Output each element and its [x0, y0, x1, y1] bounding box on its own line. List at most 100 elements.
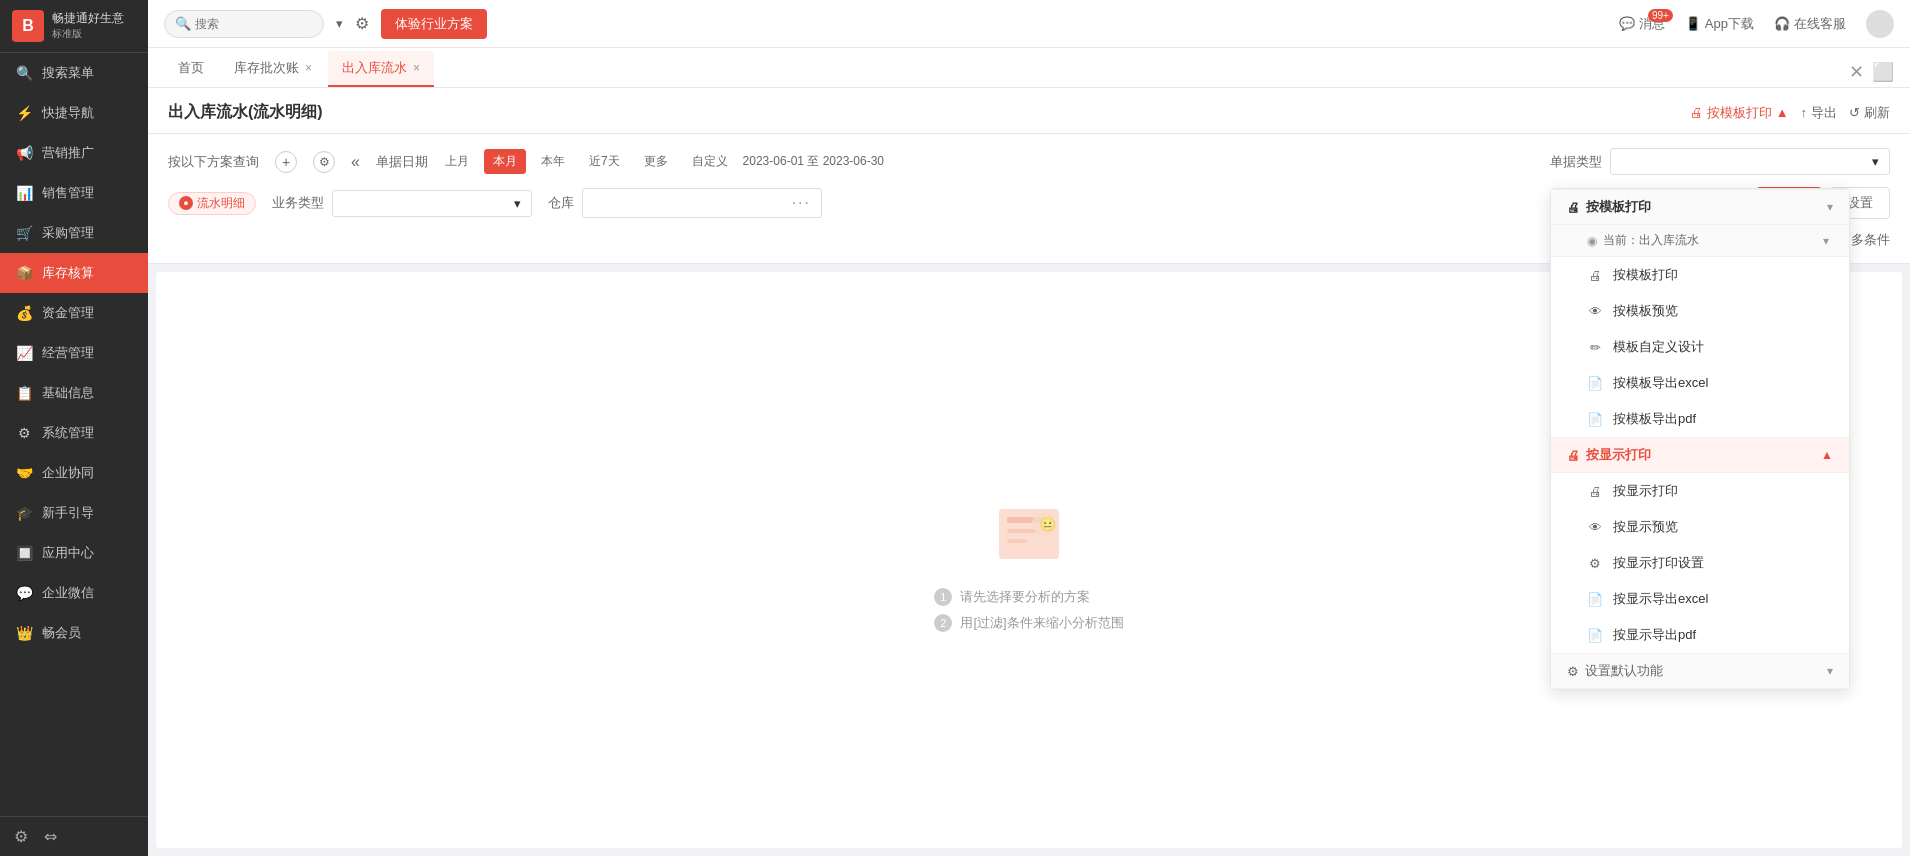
- refresh-icon: ↺: [1849, 105, 1860, 120]
- footer-chevron-icon[interactable]: ▾: [1827, 664, 1833, 678]
- app-center-icon: 🔲: [14, 543, 34, 563]
- operations-icon: 📈: [14, 343, 34, 363]
- tab-batch[interactable]: 库存批次账 ×: [220, 51, 326, 87]
- tag-label: 流水明细: [197, 195, 245, 212]
- display-preview-item[interactable]: 👁 按显示预览: [1551, 509, 1849, 545]
- search-input[interactable]: [195, 17, 313, 31]
- template-title-label: 按模板打印: [1586, 198, 1651, 216]
- template-pdf-label: 按模板导出pdf: [1613, 410, 1696, 428]
- sidebar-item-purchase[interactable]: 🛒 采购管理: [0, 213, 148, 253]
- warehouse-field: 仓库 ···: [548, 188, 822, 218]
- template-preview-item[interactable]: 👁 按模板预览: [1551, 293, 1849, 329]
- step-2-text: 用[过滤]条件来缩小分析范围: [960, 614, 1123, 632]
- date-field-label: 单据日期: [376, 153, 428, 171]
- type-field-label: 单据类型: [1550, 153, 1602, 171]
- printer-icon-display: 🖨: [1567, 448, 1580, 463]
- display-print-item[interactable]: 🖨 按显示打印: [1551, 473, 1849, 509]
- biz-type-arrow: ▾: [514, 196, 521, 211]
- avatar[interactable]: [1866, 10, 1894, 38]
- sidebar-item-marketing[interactable]: 📢 营销推广: [0, 133, 148, 173]
- gear-icon-footer: ⚙: [1567, 664, 1579, 679]
- filter-setting-button[interactable]: ⚙: [313, 151, 335, 173]
- app-download-item[interactable]: 📱 App下载: [1685, 15, 1754, 33]
- date-btn-this-month[interactable]: 本月: [484, 149, 526, 174]
- svg-rect-3: [1007, 539, 1027, 543]
- date-range-display: 2023-06-01 至 2023-06-30: [743, 153, 884, 170]
- display-chevron-icon[interactable]: ▲: [1821, 448, 1833, 462]
- sidebar-item-search[interactable]: 🔍 搜索菜单: [0, 53, 148, 93]
- eye-icon-d: 👁: [1587, 519, 1603, 535]
- sidebar-item-cooperation[interactable]: 🤝 企业协同: [0, 453, 148, 493]
- excel-icon-d: 📄: [1587, 591, 1603, 607]
- warehouse-label: 仓库: [548, 194, 574, 212]
- date-btn-7days[interactable]: 近7天: [580, 149, 629, 174]
- warehouse-select[interactable]: ···: [582, 188, 822, 218]
- tabbar-actions: ✕ ⬜: [1849, 61, 1894, 87]
- type-select[interactable]: ▾: [1610, 148, 1890, 175]
- purchase-icon: 🛒: [14, 223, 34, 243]
- template-print-label: 按模板打印: [1613, 266, 1678, 284]
- date-btn-more[interactable]: 更多: [635, 149, 677, 174]
- printer-icon-d: 🖨: [1587, 483, 1603, 499]
- display-pdf-item[interactable]: 📄 按显示导出pdf: [1551, 617, 1849, 653]
- topbar-dropdown[interactable]: ▾: [336, 16, 343, 31]
- template-chevron-icon[interactable]: ▾: [1827, 200, 1833, 214]
- sidebar-item-quick-nav[interactable]: ⚡ 快捷导航: [0, 93, 148, 133]
- step-2-num: 2: [934, 614, 952, 632]
- current-chevron-icon[interactable]: ▾: [1823, 234, 1829, 248]
- refresh-btn[interactable]: ↺ 刷新: [1849, 104, 1890, 122]
- industry-button[interactable]: 体验行业方案: [381, 9, 487, 39]
- sidebar-item-label-basic: 基础信息: [42, 384, 94, 402]
- print-template-btn[interactable]: 🖨 按模板打印 ▲: [1690, 104, 1789, 122]
- sidebar-item-sales[interactable]: 📊 销售管理: [0, 173, 148, 213]
- date-btn-custom[interactable]: 自定义: [683, 149, 737, 174]
- sidebar-item-system[interactable]: ⚙ 系统管理: [0, 413, 148, 453]
- set-default-item[interactable]: ⚙ 设置默认功能: [1567, 662, 1663, 680]
- online-service-item[interactable]: 🎧 在线客服: [1774, 15, 1846, 33]
- dropdown-template-title: 🖨 按模板打印: [1567, 198, 1651, 216]
- sidebar-item-label-quick-nav: 快捷导航: [42, 104, 94, 122]
- sidebar-item-operations[interactable]: 📈 经营管理: [0, 333, 148, 373]
- template-print-item[interactable]: 🖨 按模板打印: [1551, 257, 1849, 293]
- settings-icon[interactable]: ⚙: [14, 827, 28, 846]
- collapse-icon[interactable]: ⇔: [44, 827, 57, 846]
- sidebar-item-basic[interactable]: 📋 基础信息: [0, 373, 148, 413]
- sidebar-item-wechat[interactable]: 💬 企业微信: [0, 573, 148, 613]
- tab-flow[interactable]: 出入库流水 ×: [328, 51, 434, 87]
- sidebar-item-inventory[interactable]: 📦 库存核算: [0, 253, 148, 293]
- export-btn[interactable]: ↑ 导出: [1801, 104, 1838, 122]
- tab-home[interactable]: 首页: [164, 51, 218, 87]
- tab-batch-close[interactable]: ×: [305, 61, 312, 75]
- sidebar-item-guide[interactable]: 🎓 新手引导: [0, 493, 148, 533]
- tab-flow-close[interactable]: ×: [413, 61, 420, 75]
- wechat-icon: 💬: [14, 583, 34, 603]
- sidebar-item-finance[interactable]: 💰 资金管理: [0, 293, 148, 333]
- filter-add-button[interactable]: +: [275, 151, 297, 173]
- maximize-icon[interactable]: ⬜: [1872, 61, 1894, 83]
- search-box[interactable]: 🔍: [164, 10, 324, 38]
- type-select-arrow: ▾: [1872, 154, 1879, 169]
- template-excel-label: 按模板导出excel: [1613, 374, 1708, 392]
- display-settings-item[interactable]: ⚙ 按显示打印设置: [1551, 545, 1849, 581]
- display-excel-item[interactable]: 📄 按显示导出excel: [1551, 581, 1849, 617]
- sidebar-item-member[interactable]: 👑 畅会员: [0, 613, 148, 653]
- template-custom-item[interactable]: ✏ 模板自定义设计: [1551, 329, 1849, 365]
- page-header: 出入库流水(流水明细) 🖨 按模板打印 ▲ ↑ 导出 ↺: [148, 88, 1910, 134]
- dropdown-template-header: 🖨 按模板打印 ▾: [1551, 189, 1849, 225]
- sidebar-item-label-app-center: 应用中心: [42, 544, 94, 562]
- template-pdf-item[interactable]: 📄 按模板导出pdf: [1551, 401, 1849, 437]
- biz-type-select[interactable]: ▾: [332, 190, 532, 217]
- template-excel-item[interactable]: 📄 按模板导出excel: [1551, 365, 1849, 401]
- empty-illustration: 😐: [989, 489, 1069, 572]
- warehouse-more-icon[interactable]: ···: [792, 194, 811, 212]
- minimize-icon[interactable]: ✕: [1849, 61, 1864, 83]
- date-btn-last-month[interactable]: 上月: [436, 149, 478, 174]
- sidebar-item-app-center[interactable]: 🔲 应用中心: [0, 533, 148, 573]
- dropdown-display-header: 🖨 按显示打印 ▲: [1551, 437, 1849, 473]
- date-btn-this-year[interactable]: 本年: [532, 149, 574, 174]
- filter-collapse-button[interactable]: «: [351, 153, 360, 171]
- tag-icon: ●: [179, 196, 193, 210]
- gear-icon[interactable]: ⚙: [355, 14, 369, 33]
- message-item[interactable]: 💬 消息 99+: [1619, 15, 1665, 33]
- display-title-label: 按显示打印: [1586, 446, 1651, 464]
